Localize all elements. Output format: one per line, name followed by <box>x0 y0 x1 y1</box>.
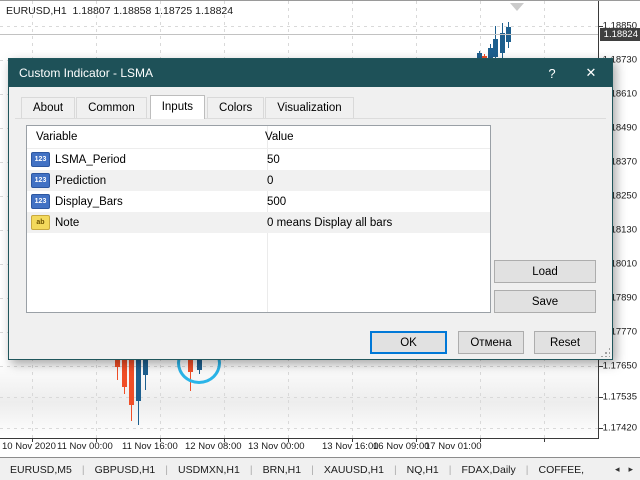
chart-tab-xauusd-h1[interactable]: XAUUSD,H1 <box>314 464 394 476</box>
current-price-badge: 1.18824 <box>600 28 640 41</box>
inputs-table[interactable]: Variable Value 123 LSMA_Period 50 123 Predic… <box>26 125 491 313</box>
tab-visualization[interactable]: Visualization <box>265 97 354 118</box>
time-axis-label: 16 Nov 09:00 <box>373 441 430 452</box>
tab-baseline <box>15 118 606 119</box>
load-button[interactable]: Load <box>494 260 596 283</box>
candle-body <box>136 353 141 401</box>
dialog-tabs: About Common Inputs Colors Visualization <box>21 95 355 119</box>
variable-name: Display_Bars <box>55 195 123 208</box>
table-row[interactable]: 123 Display_Bars 500 <box>27 191 490 212</box>
variable-value[interactable]: 500 <box>260 196 286 208</box>
candle-body <box>500 33 505 53</box>
variable-value[interactable]: 0 <box>260 175 273 187</box>
save-button[interactable]: Save <box>494 290 596 313</box>
time-axis-label: 10 Nov 2020 <box>2 441 56 452</box>
table-row[interactable]: 123 Prediction 0 <box>27 170 490 191</box>
time-axis-label: 12 Nov 08:00 <box>185 441 242 452</box>
chart-frame-bottom <box>0 438 599 439</box>
resize-grip[interactable] <box>600 347 610 357</box>
tab-common[interactable]: Common <box>76 97 147 118</box>
dialog-title: Custom Indicator - LSMA <box>19 66 154 80</box>
time-axis-label: 13 Nov 00:00 <box>248 441 305 452</box>
reset-button[interactable]: Reset <box>534 331 596 354</box>
variable-name: Note <box>55 216 80 229</box>
scroll-left-icon[interactable]: ◂ <box>615 464 620 475</box>
chart-tab-brn-h1[interactable]: BRN,H1 <box>253 464 312 476</box>
tab-about[interactable]: About <box>21 97 76 118</box>
column-header-variable[interactable]: Variable <box>27 131 258 143</box>
custom-indicator-dialog: Custom Indicator - LSMA ? ✕ About Common I… <box>8 58 613 360</box>
grid-line-horizontal <box>0 428 598 429</box>
price-axis-label: 1.17650 <box>602 360 637 372</box>
time-axis-label: 17 Nov 01:00 <box>425 441 482 452</box>
time-axis-label: 11 Nov 00:00 <box>57 441 113 452</box>
chart-tab-eurusd-m5[interactable]: EURUSD,M5 <box>0 464 82 476</box>
chart-tab-gbpusd-h1[interactable]: GBPUSD,H1 <box>85 464 166 476</box>
chart-gradient-band <box>0 359 598 438</box>
tab-colors[interactable]: Colors <box>207 97 265 118</box>
variable-value[interactable]: 0 means Display all bars <box>260 217 392 229</box>
tab-scroll-arrows: ◂ ▸ <box>615 464 640 475</box>
scroll-right-icon[interactable]: ▸ <box>628 464 633 475</box>
table-header: Variable Value <box>27 126 490 149</box>
variable-name: Prediction <box>55 174 107 187</box>
table-row[interactable]: 123 LSMA_Period 50 <box>27 149 490 170</box>
chart-tab-fdax-daily[interactable]: FDAX,Daily <box>452 464 526 476</box>
time-axis-label: 11 Nov 16:00 <box>122 441 178 452</box>
time-axis-label: 13 Nov 16:00 <box>322 441 379 452</box>
price-axis-label: 1.17535 <box>602 391 637 403</box>
number-type-icon: 123 <box>31 152 50 167</box>
variable-value[interactable]: 50 <box>260 154 280 166</box>
variable-name: LSMA_Period <box>55 153 126 166</box>
candle-body <box>493 39 498 57</box>
cancel-button[interactable]: Отмена <box>458 331 524 354</box>
help-button[interactable]: ? <box>534 66 570 81</box>
chart-tab-usdmxn-h1[interactable]: USDMXN,H1 <box>168 464 250 476</box>
table-row[interactable]: ab Note 0 means Display all bars <box>27 212 490 233</box>
chart-tab-bar: EURUSD,M5 | GBPUSD,H1 | USDMXN,H1 | BRN,H1 | XAU… <box>0 457 640 480</box>
grid-line-horizontal <box>0 397 598 398</box>
close-icon[interactable]: ✕ <box>570 65 612 81</box>
mt5-window: EURUSD,H1 1.18807 1.18858 1.18725 1.1882… <box>0 0 640 480</box>
price-axis-label: 1.17420 <box>602 422 637 434</box>
number-type-icon: 123 <box>31 173 50 188</box>
tab-inputs[interactable]: Inputs <box>149 95 206 119</box>
grid-line-horizontal <box>0 366 598 367</box>
bid-price-line <box>0 34 598 35</box>
scroll-position-triangle-icon <box>510 3 524 11</box>
chart-tab-nq-h1[interactable]: NQ,H1 <box>397 464 449 476</box>
number-type-icon: 123 <box>31 194 50 209</box>
ok-button[interactable]: OK <box>370 331 447 354</box>
time-axis-tick <box>544 439 545 442</box>
chart-tab-coffee[interactable]: COFFEE, <box>529 464 595 476</box>
dialog-titlebar[interactable]: Custom Indicator - LSMA ? ✕ <box>9 59 612 87</box>
text-type-icon: ab <box>31 215 50 230</box>
symbol-quote-line: EURUSD,H1 1.18807 1.18858 1.18725 1.1882… <box>6 5 234 17</box>
column-header-value[interactable]: Value <box>258 131 294 143</box>
